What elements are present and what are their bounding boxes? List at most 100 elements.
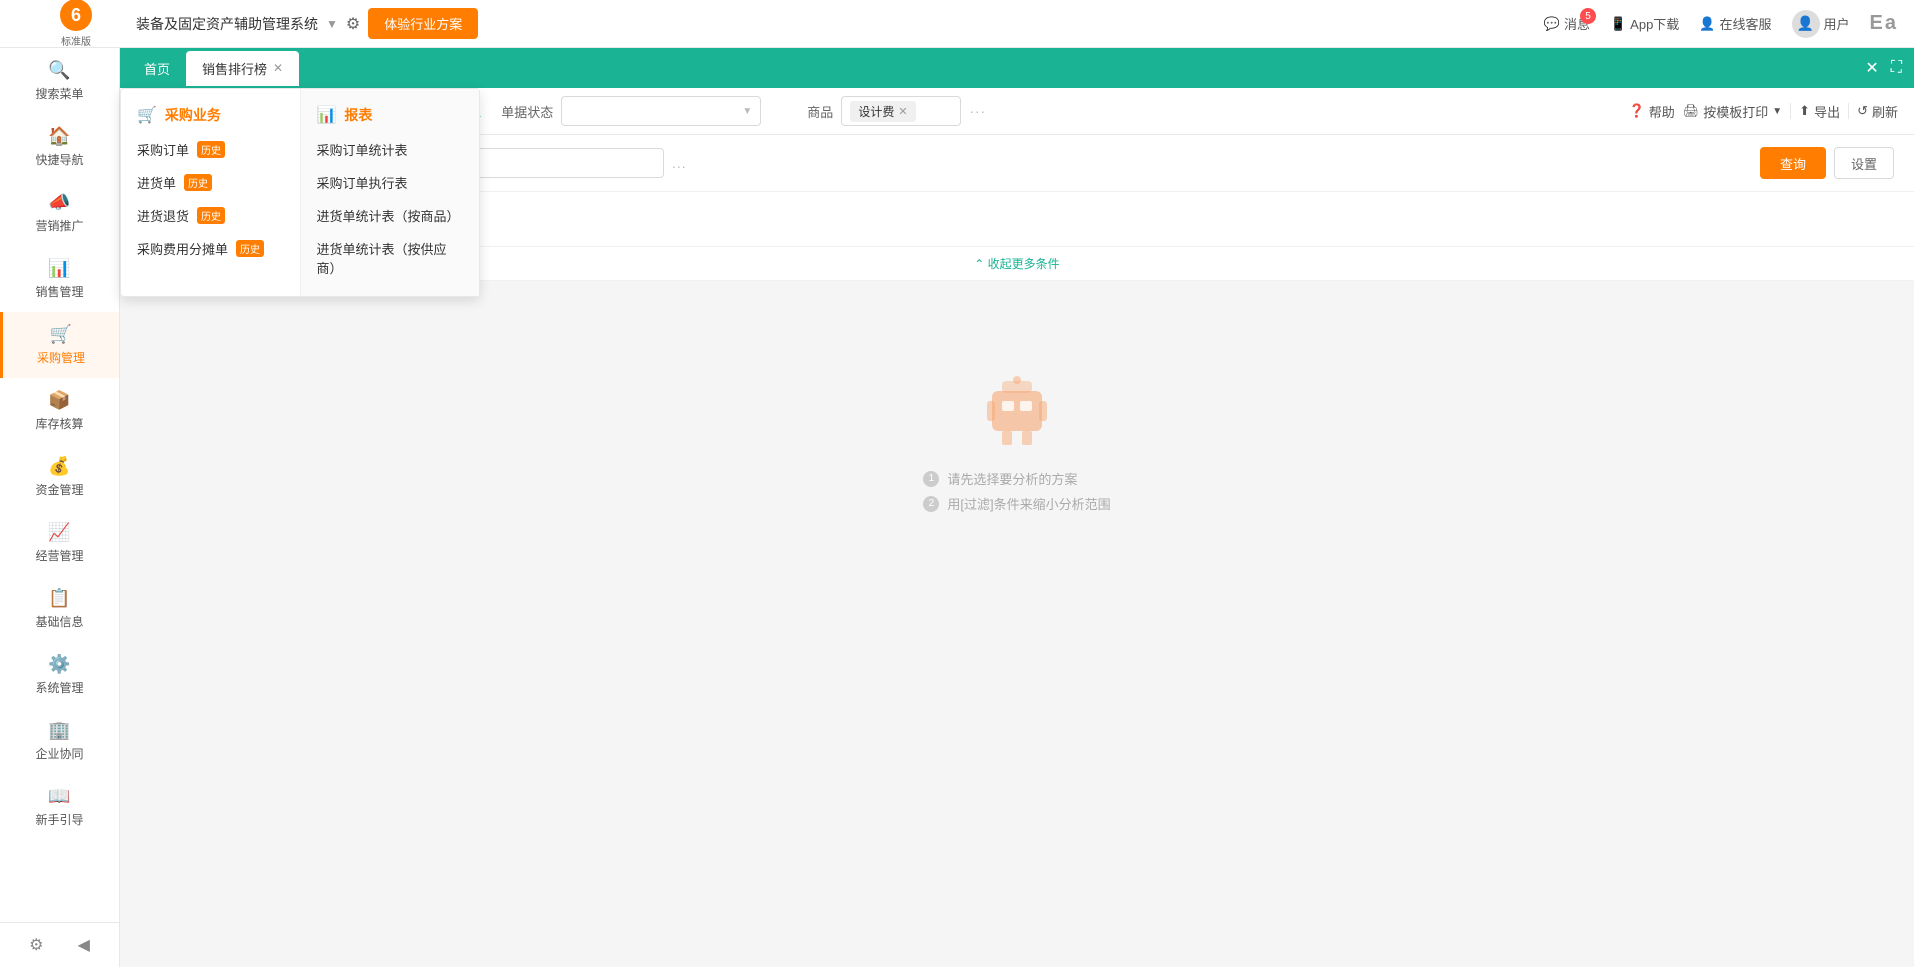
tab-expand-btn[interactable]: ⛶ [1887, 55, 1906, 81]
menu-item-expense-badge: 历史 [236, 240, 264, 257]
sales-icon: 📊 [48, 258, 70, 279]
app-download-item[interactable]: 📱 App下载 [1610, 14, 1679, 33]
trial-button[interactable]: 体验行业方案 [368, 8, 478, 39]
menu-item-order-stats-label: 采购订单统计表 [317, 140, 408, 159]
sidebar-label-finance: 资金管理 [35, 481, 83, 498]
menu-item-expense[interactable]: 采购费用分摊单 历史 [121, 232, 300, 265]
help-icon: ❓ [1629, 103, 1645, 119]
system-title: 装备及固定资产辅助管理系统 [136, 14, 318, 34]
menu-item-incoming-goods-label: 进货单统计表（按商品） [317, 206, 460, 225]
phone-icon: 📱 [1610, 16, 1626, 32]
menu-item-incoming-supplier-label: 进货单统计表（按供应商） [317, 239, 464, 277]
sidebar-label-operation: 经营管理 [35, 547, 83, 564]
sidebar-collapse-icon[interactable]: ◀ [78, 935, 90, 955]
sidebar-item-sales[interactable]: 📊 销售管理 [0, 246, 119, 312]
menu-item-incoming[interactable]: 进货单 历史 [121, 166, 300, 199]
logo-area: 6 标准版 [16, 0, 136, 48]
print-icon: 🖨 [1683, 103, 1700, 119]
menu-item-return[interactable]: 进货退货 历史 [121, 199, 300, 232]
reports-menu-title: 报表 [344, 105, 372, 125]
menu-item-incoming-supplier[interactable]: 进货单统计表（按供应商） [301, 232, 480, 284]
online-service-item[interactable]: 👤 在线客服 [1699, 14, 1771, 33]
sidebar-label-purchase: 采购管理 [37, 349, 85, 366]
goods-ellipsis[interactable]: ··· [969, 103, 986, 119]
purchase-menu-title: 采购业务 [165, 105, 221, 125]
sidebar-item-enterprise[interactable]: 🏢 企业协同 [0, 708, 119, 774]
query-button[interactable]: 查询 [1760, 147, 1826, 179]
empty-state: 1 请先选择要分析的方案 2 用[过滤]条件来缩小分析范围 [120, 281, 1914, 593]
logo-icon: 6 [60, 0, 92, 31]
help-btn[interactable]: ❓ 帮助 [1629, 102, 1675, 121]
sidebar-item-system[interactable]: ⚙️ 系统管理 [0, 642, 119, 708]
print-label: 按模板打印 [1703, 102, 1768, 121]
goods-tag-remove[interactable]: ✕ [898, 105, 907, 118]
empty-hints: 1 请先选择要分析的方案 2 用[过滤]条件来缩小分析范围 [923, 469, 1110, 513]
system-settings-icon[interactable]: ⚙ [346, 14, 360, 34]
tab-close-icon[interactable]: ✕ [273, 61, 283, 75]
tab-bar: 首页 销售排行榜 ✕ ✕ ⛶ [120, 48, 1914, 88]
goods-input[interactable]: 设计费 ✕ [841, 96, 961, 126]
collapse-button[interactable]: ⌃ 收起更多条件 [966, 249, 1067, 279]
menu-item-expense-label: 采购费用分摊单 [137, 239, 228, 258]
menu-item-order-exec[interactable]: 采购订单执行表 [301, 166, 480, 199]
export-btn[interactable]: ⬆ 导出 [1799, 102, 1840, 121]
tab-close-btn[interactable]: ✕ [1861, 54, 1882, 82]
message-item[interactable]: 💬 消息 5 [1544, 14, 1590, 33]
system-icon: ⚙️ [48, 654, 70, 675]
sidebar-item-operation[interactable]: 📈 经营管理 [0, 510, 119, 576]
print-btn[interactable]: 🖨 按模板打印 ▼ [1683, 102, 1782, 121]
sidebar-item-purchase[interactable]: 🛒 采购管理 [0, 312, 119, 378]
user-right-label: Ea [1870, 12, 1898, 35]
sidebar-label-system: 系统管理 [35, 679, 83, 696]
sidebar-item-basic[interactable]: 📋 基础信息 [0, 576, 119, 642]
user-item[interactable]: 👤 用户 [1792, 10, 1850, 38]
header-right: 💬 消息 5 📱 App下载 👤 在线客服 👤 用户 Ea [1544, 10, 1898, 38]
tab-sales-ranking-label: 销售排行榜 [202, 59, 267, 78]
order-status-filter: 单据状态 ▼ [497, 96, 761, 126]
goods-tag: 设计费 ✕ [850, 101, 915, 122]
logo-subtitle: 标准版 [61, 33, 91, 48]
tab-home[interactable]: 首页 [128, 51, 186, 86]
operation-icon: 📈 [48, 522, 70, 543]
purchase-menu-icon: 🛒 [137, 105, 157, 125]
menu-item-purchase-order[interactable]: 采购订单 历史 [121, 133, 300, 166]
sidebar-label-search: 搜索菜单 [35, 85, 83, 102]
sidebar: 🔍 搜索菜单 🏠 快捷导航 📣 营销推广 📊 销售管理 🛒 采购管理 📦 库存核… [0, 48, 120, 967]
menu-item-return-badge: 历史 [197, 207, 225, 224]
menu-col-reports-header: 📊 报表 [301, 101, 480, 133]
sidebar-item-marketing[interactable]: 📣 营销推广 [0, 180, 119, 246]
menu-item-incoming-goods[interactable]: 进货单统计表（按商品） [301, 199, 480, 232]
sidebar-item-inventory[interactable]: 📦 库存核算 [0, 378, 119, 444]
order-status-select[interactable]: ▼ [561, 96, 761, 126]
toolbar-actions: ❓ 帮助 🖨 按模板打印 ▼ ⬆ 导出 ↺ [1629, 102, 1898, 121]
tab-sales-ranking[interactable]: 销售排行榜 ✕ [186, 51, 299, 86]
tab-bar-right: ✕ ⛶ [1861, 54, 1906, 82]
menu-item-purchase-order-badge: 历史 [197, 141, 225, 158]
salesperson-input[interactable] [464, 148, 664, 178]
empty-illustration [967, 361, 1067, 461]
divider1 [1790, 103, 1791, 119]
sidebar-label-marketing: 营销推广 [35, 217, 83, 234]
query-actions: 查询 设置 [1760, 147, 1894, 179]
purchase-dropdown-menu: 🛒 采购业务 采购订单 历史 进货单 历史 进货退货 历史 采购费用分摊单 历史… [120, 88, 480, 297]
salesperson-ellipsis[interactable]: ... [672, 155, 687, 171]
bottom-settings-icon[interactable]: ⚙ [29, 935, 43, 955]
settings-button[interactable]: 设置 [1834, 147, 1894, 179]
top-header: 6 标准版 装备及固定资产辅助管理系统 ▼ ⚙ 体验行业方案 💬 消息 5 📱 … [0, 0, 1914, 48]
sidebar-item-quicknav[interactable]: 🏠 快捷导航 [0, 114, 119, 180]
service-icon: 👤 [1699, 16, 1715, 32]
inventory-icon: 📦 [48, 390, 70, 411]
order-status-arrow: ▼ [742, 106, 752, 117]
sidebar-item-search[interactable]: 🔍 搜索菜单 [0, 48, 119, 114]
menu-item-order-stats[interactable]: 采购订单统计表 [301, 133, 480, 166]
purchase-icon: 🛒 [50, 324, 72, 345]
sidebar-label-sales: 销售管理 [35, 283, 83, 300]
system-dropdown-icon[interactable]: ▼ [326, 17, 338, 31]
refresh-btn[interactable]: ↺ 刷新 [1857, 102, 1898, 121]
menu-item-purchase-order-label: 采购订单 [137, 140, 189, 159]
sidebar-item-finance[interactable]: 💰 资金管理 [0, 444, 119, 510]
finance-icon: 💰 [48, 456, 70, 477]
sidebar-item-guide[interactable]: 📖 新手引导 [0, 774, 119, 840]
online-service-label: 在线客服 [1720, 14, 1772, 33]
message-badge: 5 [1580, 8, 1596, 24]
